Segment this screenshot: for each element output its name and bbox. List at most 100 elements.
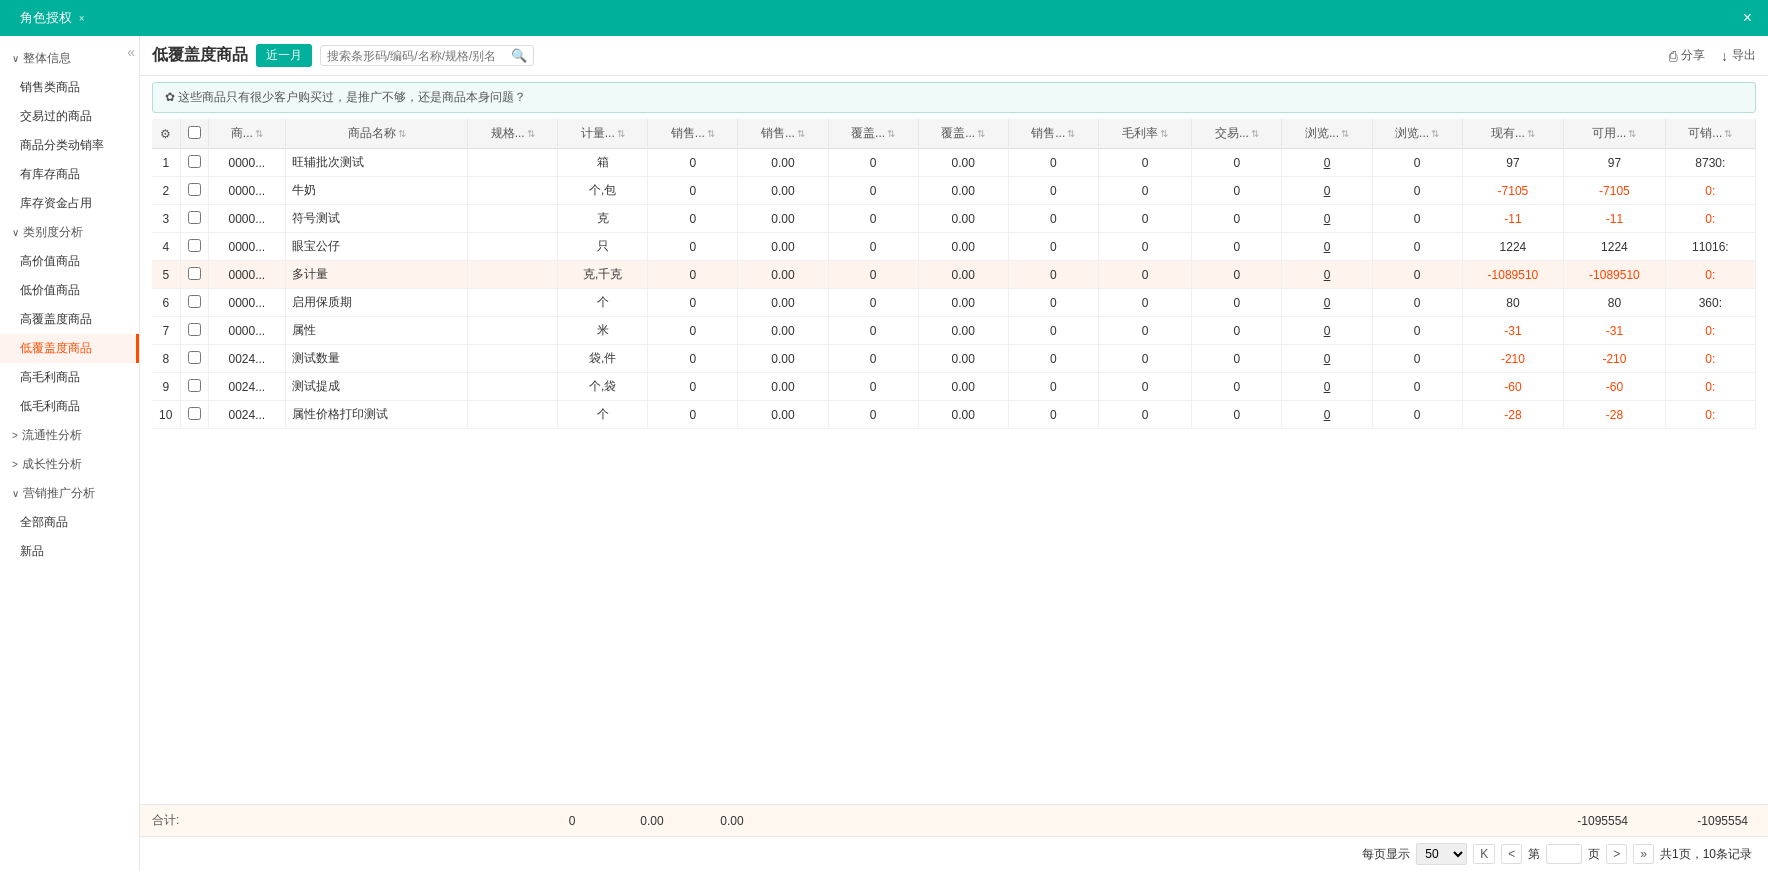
last-page-btn[interactable]: » (1633, 844, 1654, 864)
nav-tab-角色授权[interactable]: 角色授权 × (8, 3, 123, 33)
sidebar-item-新品[interactable]: 新品 (0, 537, 139, 566)
nav-tab-close-角色授权[interactable]: × (76, 13, 85, 24)
row-checkbox-input[interactable] (188, 379, 201, 392)
row-browse2: 0 (1372, 401, 1462, 429)
row-trade: 0 (1192, 373, 1282, 401)
sidebar-group-label-整体信息[interactable]: ∨ 整体信息 (0, 44, 139, 73)
sidebar-item-交易过的商品[interactable]: 交易过的商品 (0, 102, 139, 131)
row-browse1[interactable]: 0 (1282, 373, 1372, 401)
sort-icon-browse1[interactable]: ⇅ (1341, 128, 1349, 139)
period-btn[interactable]: 近一月 (256, 44, 312, 67)
row-name: 旺辅批次测试 (286, 149, 468, 177)
sidebar-item-低价值商品[interactable]: 低价值商品 (0, 276, 139, 305)
row-checkbox-input[interactable] (188, 407, 201, 420)
search-icon[interactable]: 🔍 (511, 48, 527, 63)
table-row: 100024...属性价格打印测试个00.0000.0000000-28-280… (152, 401, 1756, 429)
sidebar-item-库存资金占用[interactable]: 库存资金占用 (0, 189, 139, 218)
sidebar-item-低覆盖度商品[interactable]: 低覆盖度商品 (0, 334, 139, 363)
row-current: -1089510 (1462, 261, 1564, 289)
row-gross: 0 (1098, 345, 1191, 373)
sort-icon-sales2[interactable]: ⇅ (797, 128, 805, 139)
sort-icon-sellable[interactable]: ⇅ (1724, 128, 1732, 139)
row-code: 0000... (208, 289, 286, 317)
sidebar-item-高覆盖度商品[interactable]: 高覆盖度商品 (0, 305, 139, 334)
row-sales3: 0 (1008, 373, 1098, 401)
sort-icon-sales3[interactable]: ⇅ (1067, 128, 1075, 139)
share-button[interactable]: ⎙ 分享 (1669, 47, 1705, 64)
col-header-settings[interactable]: ⚙ (152, 119, 180, 149)
sidebar-group-label-成长性分析[interactable]: > 成长性分析 (0, 450, 139, 479)
row-browse1[interactable]: 0 (1282, 261, 1372, 289)
row-checkbox-input[interactable] (188, 267, 201, 280)
page-size-select[interactable]: 50 100 200 (1416, 843, 1467, 865)
sort-icon-sales1[interactable]: ⇅ (707, 128, 715, 139)
row-unit: 克 (558, 205, 648, 233)
first-page-btn[interactable]: K (1473, 844, 1495, 864)
row-cover1: 0 (828, 317, 918, 345)
row-browse1[interactable]: 0 (1282, 345, 1372, 373)
row-unit: 只 (558, 233, 648, 261)
row-spec (468, 317, 558, 345)
row-browse1[interactable]: 0 (1282, 205, 1372, 233)
row-code: 0000... (208, 233, 286, 261)
sidebar-item-有库存商品[interactable]: 有库存商品 (0, 160, 139, 189)
sort-icon-spec[interactable]: ⇅ (527, 128, 535, 139)
sort-icon-cover2[interactable]: ⇅ (977, 128, 985, 139)
row-cover2: 0.00 (918, 177, 1008, 205)
export-button[interactable]: ↓ 导出 (1721, 47, 1756, 64)
sort-icon-code[interactable]: ⇅ (255, 128, 263, 139)
row-checkbox-input[interactable] (188, 155, 201, 168)
sort-icon-cover1[interactable]: ⇅ (887, 128, 895, 139)
sidebar-group-label-类别度分析[interactable]: ∨ 类别度分析 (0, 218, 139, 247)
sort-icon-grossRate[interactable]: ⇅ (1160, 128, 1168, 139)
table-container[interactable]: ⚙商...⇅商品名称⇅规格...⇅计量...⇅销售...⇅销售...⇅覆盖...… (140, 119, 1768, 804)
row-sales3: 0 (1008, 345, 1098, 373)
row-browse1[interactable]: 0 (1282, 289, 1372, 317)
next-page-btn[interactable]: > (1606, 844, 1627, 864)
row-checkbox-input[interactable] (188, 239, 201, 252)
row-current: -60 (1462, 373, 1564, 401)
sidebar-item-商品分类动销率[interactable]: 商品分类动销率 (0, 131, 139, 160)
sidebar-collapse-btn[interactable]: « (127, 44, 135, 60)
sidebar-group-label-流通性分析[interactable]: > 流通性分析 (0, 421, 139, 450)
row-cover2: 0.00 (918, 205, 1008, 233)
sidebar-item-全部商品[interactable]: 全部商品 (0, 508, 139, 537)
row-number: 6 (152, 289, 180, 317)
row-checkbox (180, 317, 208, 345)
prev-page-btn[interactable]: < (1501, 844, 1522, 864)
row-browse1[interactable]: 0 (1282, 317, 1372, 345)
row-number: 9 (152, 373, 180, 401)
search-input[interactable] (327, 49, 507, 63)
header-checkbox[interactable] (188, 126, 201, 139)
sidebar-item-高价值商品[interactable]: 高价值商品 (0, 247, 139, 276)
row-browse1[interactable]: 0 (1282, 177, 1372, 205)
row-browse1[interactable]: 0 (1282, 233, 1372, 261)
row-sales3: 0 (1008, 401, 1098, 429)
sidebar-item-销售类商品[interactable]: 销售类商品 (0, 73, 139, 102)
row-checkbox-input[interactable] (188, 295, 201, 308)
sort-icon-current[interactable]: ⇅ (1527, 128, 1535, 139)
sidebar-item-低毛利商品[interactable]: 低毛利商品 (0, 392, 139, 421)
sort-icon-available[interactable]: ⇅ (1628, 128, 1636, 139)
sidebar-item-高毛利商品[interactable]: 高毛利商品 (0, 363, 139, 392)
sort-icon-trade[interactable]: ⇅ (1251, 128, 1259, 139)
page-number-input[interactable]: 1 (1546, 844, 1582, 864)
sort-icon-browse2[interactable]: ⇅ (1431, 128, 1439, 139)
sidebar-group-label-营销推广分析[interactable]: ∨ 营销推广分析 (0, 479, 139, 508)
row-checkbox-input[interactable] (188, 351, 201, 364)
row-browse1[interactable]: 0 (1282, 401, 1372, 429)
row-available: 1224 (1564, 233, 1666, 261)
row-checkbox-input[interactable] (188, 183, 201, 196)
sort-icon-unit[interactable]: ⇅ (617, 128, 625, 139)
row-browse1[interactable]: 0 (1282, 149, 1372, 177)
sort-icon-name[interactable]: ⇅ (398, 128, 406, 139)
col-header-checkbox[interactable] (180, 119, 208, 149)
row-browse2: 0 (1372, 177, 1462, 205)
group-arrow: ∨ (12, 488, 19, 499)
row-checkbox-input[interactable] (188, 211, 201, 224)
footer-sales2: 0.00 (612, 814, 692, 828)
row-checkbox-input[interactable] (188, 323, 201, 336)
row-sellable: 0: (1665, 345, 1755, 373)
window-close-button[interactable]: × (1735, 9, 1760, 27)
col-header-sales2: 销售...⇅ (738, 119, 828, 149)
